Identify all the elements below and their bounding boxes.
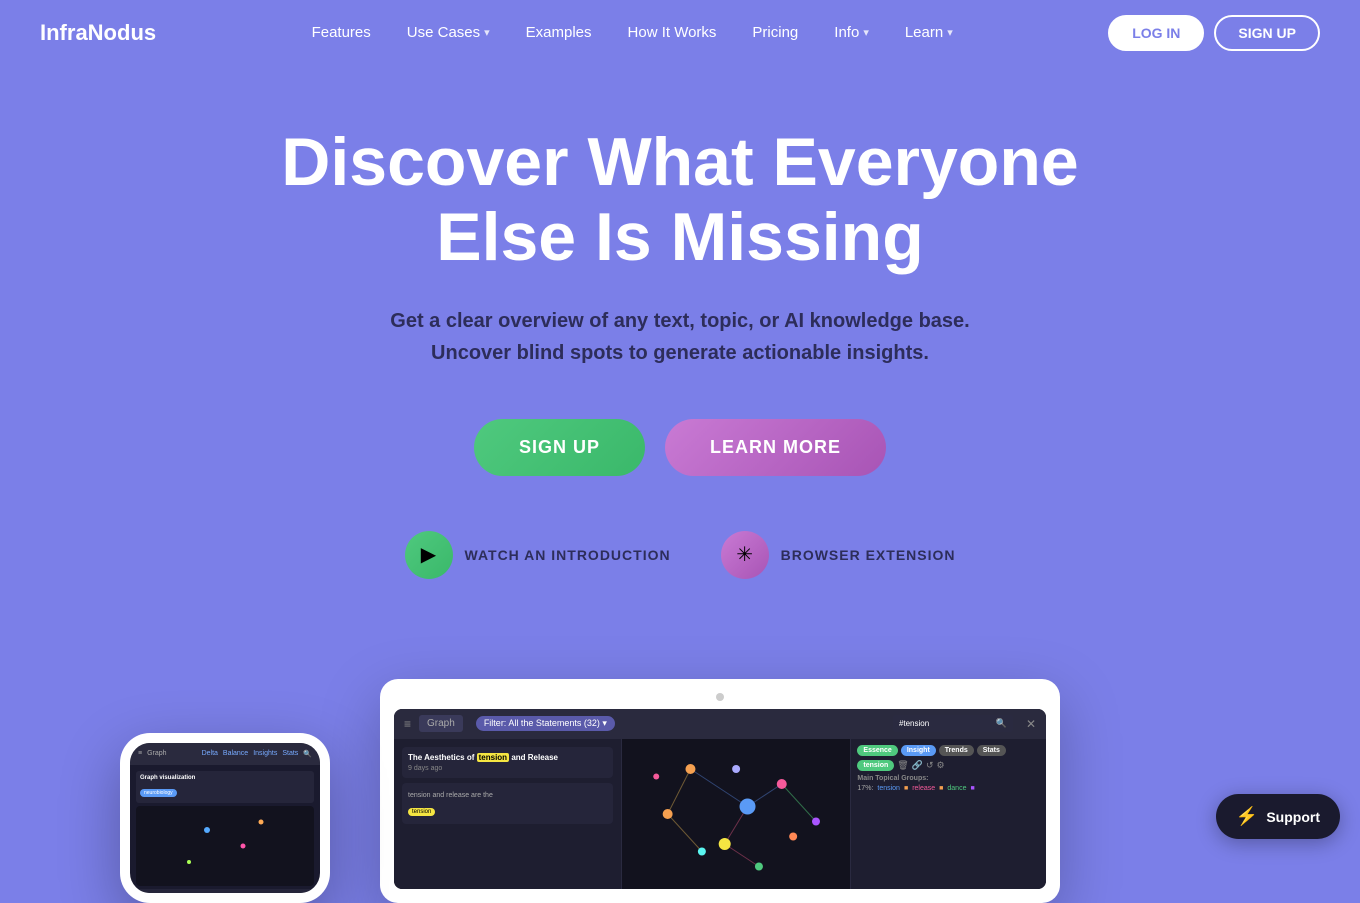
search-bar[interactable]: #tension 🔍: [893, 715, 1013, 732]
tablet-mockup: ≡ Graph Filter: All the Statements (32) …: [380, 679, 1060, 903]
panel-action-tags: Essence Insight Trends Stats: [857, 745, 1040, 756]
hero-signup-button[interactable]: SIGN UP: [474, 419, 645, 476]
hamburger-icon: ≡: [404, 717, 411, 731]
trends-tag[interactable]: Trends: [939, 745, 974, 756]
refresh-icon[interactable]: ↺: [926, 760, 934, 771]
phone-toolbar: ≡ Graph Delta Balance Insights Stats 🔍: [130, 743, 320, 765]
nav-links: Features Use Cases ▾ Examples How It Wor…: [298, 16, 967, 49]
browser-extension-label: BROWSER EXTENSION: [781, 547, 956, 563]
screen-toolbar: ≡ Graph Filter: All the Statements (32) …: [394, 709, 1046, 739]
close-icon: ✕: [1026, 717, 1036, 731]
phone-screen: ≡ Graph Delta Balance Insights Stats 🔍 G…: [130, 743, 320, 893]
link-icon[interactable]: 🔗: [912, 760, 923, 771]
login-button[interactable]: LOG IN: [1108, 15, 1204, 51]
hero-learn-button[interactable]: LEARN MORE: [665, 419, 886, 476]
chevron-down-icon: ▾: [863, 26, 869, 39]
nav-examples[interactable]: Examples: [512, 16, 606, 49]
support-button[interactable]: ⚡ Support: [1216, 794, 1340, 839]
panel-stat-row-1: 17%: tension ■ release ■ dance ■: [857, 785, 1040, 792]
screen-sidebar: The Aesthetics of tension and Release 9 …: [394, 739, 622, 889]
hero-secondary-actions: ▶ WATCH AN INTRODUCTION ✳ BROWSER EXTENS…: [405, 531, 956, 579]
panel-section-title: Main Topical Groups:: [857, 775, 1040, 782]
chevron-down-icon: ▾: [484, 26, 490, 39]
nav-use-cases[interactable]: Use Cases ▾: [393, 16, 504, 49]
graph-canvas: [622, 739, 850, 889]
filter-label[interactable]: Filter: All the Statements (32) ▾: [476, 716, 615, 731]
phone-card: Graph visualization neurobiology: [136, 771, 314, 803]
graph-svg: [622, 739, 850, 889]
settings-icon[interactable]: ⚙: [937, 760, 945, 771]
tablet-screen: ≡ Graph Filter: All the Statements (32) …: [394, 709, 1046, 889]
play-icon: ▶: [405, 531, 453, 579]
phone-content: Graph visualization neurobiology neurobi…: [130, 765, 320, 893]
nav-learn[interactable]: Learn ▾: [891, 16, 967, 49]
hero-buttons: SIGN UP LEARN MORE: [474, 419, 886, 476]
extension-icon: ✳: [721, 531, 769, 579]
browser-extension-link[interactable]: ✳ BROWSER EXTENSION: [721, 531, 956, 579]
watch-intro-link[interactable]: ▶ WATCH AN INTRODUCTION: [405, 531, 671, 579]
hero-section: Discover What Everyone Else Is Missing G…: [0, 65, 1360, 679]
insight-tag[interactable]: Insight: [901, 745, 936, 756]
screenshot-area: ≡ Graph Delta Balance Insights Stats 🔍 G…: [0, 679, 1360, 903]
watch-intro-label: WATCH AN INTRODUCTION: [465, 547, 671, 563]
delete-icon[interactable]: 🗑: [897, 760, 908, 771]
nav-actions: LOG IN SIGN UP: [1108, 15, 1320, 51]
nav-pricing[interactable]: Pricing: [738, 16, 812, 49]
screen-panel: Essence Insight Trends Stats tension 🗑 🔗…: [850, 739, 1046, 889]
chevron-down-icon: ▾: [947, 26, 953, 39]
brand-logo[interactable]: InfraNodus: [40, 20, 156, 46]
stats-tag[interactable]: Stats: [977, 745, 1006, 756]
article-card-1: The Aesthetics of tension and Release 9 …: [402, 747, 613, 778]
article-card-2: tension and release are the tension: [402, 783, 613, 824]
navbar: InfraNodus Features Use Cases ▾ Examples…: [0, 0, 1360, 65]
hero-subtitle: Get a clear overview of any text, topic,…: [390, 305, 969, 369]
essence-tag[interactable]: Essence: [857, 745, 897, 756]
hero-title: Discover What Everyone Else Is Missing: [230, 125, 1130, 275]
tablet-camera: [716, 693, 724, 701]
phone-card-2: neurobiology 🗑 ⚙: [136, 889, 314, 893]
support-icon: ⚡: [1236, 806, 1258, 827]
nav-how-it-works[interactable]: How It Works: [614, 16, 731, 49]
phone-mockup: ≡ Graph Delta Balance Insights Stats 🔍 G…: [120, 733, 330, 903]
nav-features[interactable]: Features: [298, 16, 385, 49]
tag-action-row: tension 🗑 🔗 ↺ ⚙: [857, 760, 1040, 771]
search-icon: 🔍: [996, 718, 1007, 729]
phone-graph: [136, 806, 314, 886]
signup-button[interactable]: SIGN UP: [1214, 15, 1320, 51]
nav-info[interactable]: Info ▾: [820, 16, 883, 49]
active-tension-tag[interactable]: tension: [857, 760, 894, 771]
graph-tab: Graph: [419, 715, 463, 732]
screen-content: The Aesthetics of tension and Release 9 …: [394, 739, 1046, 889]
